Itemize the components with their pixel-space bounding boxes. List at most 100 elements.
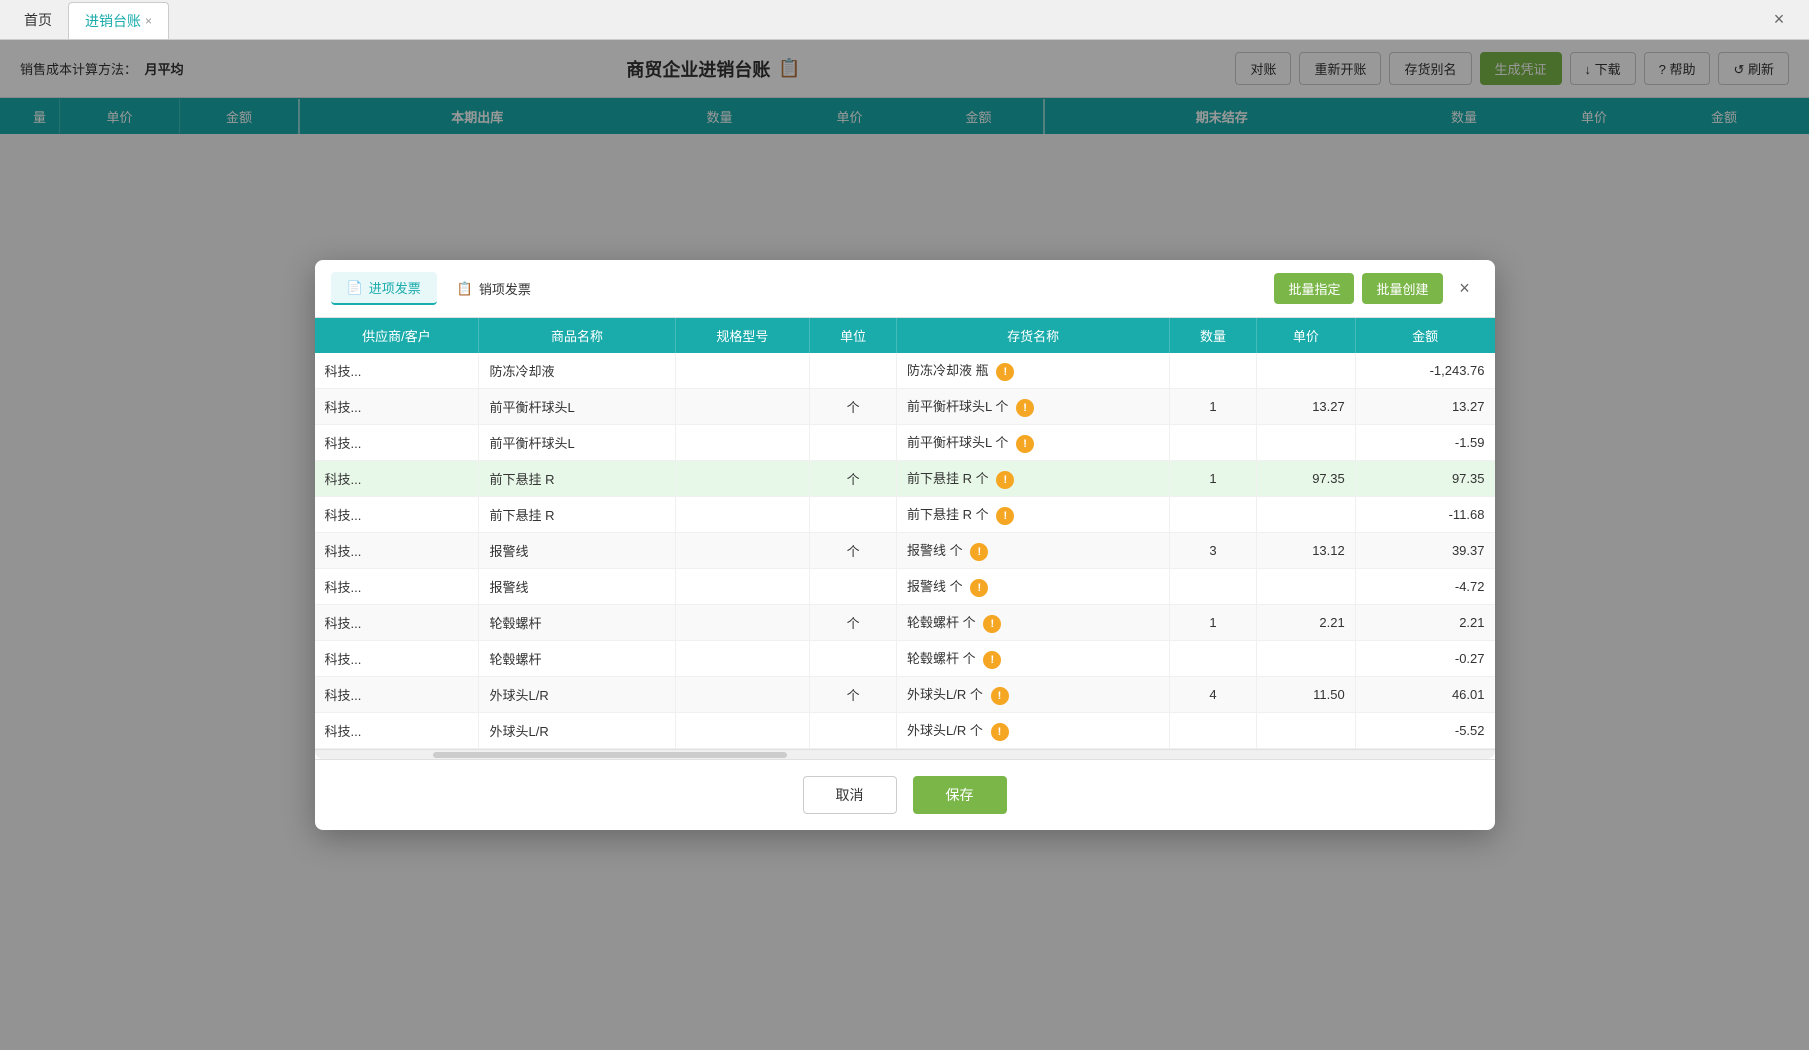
cell-unit xyxy=(810,497,897,533)
sales-tab-icon: 📋 xyxy=(457,281,473,297)
cell-price: 13.27 xyxy=(1256,389,1355,425)
table-row[interactable]: 科技... 防冻冷却液 防冻冷却液 瓶 ! -1,243.76 xyxy=(315,353,1495,389)
window-close-button[interactable]: × xyxy=(1765,6,1793,34)
scrollbar-thumb xyxy=(433,752,787,758)
cell-spec xyxy=(675,569,810,605)
cell-amount: -1.59 xyxy=(1355,425,1494,461)
table-header-row: 供应商/客户 商品名称 规格型号 单位 存货名称 数量 单价 金额 xyxy=(315,318,1495,353)
cell-unit xyxy=(810,425,897,461)
save-button[interactable]: 保存 xyxy=(913,776,1007,814)
cell-supplier: 科技... xyxy=(315,461,479,497)
cell-product: 前下悬挂 R xyxy=(479,461,675,497)
cell-price xyxy=(1256,353,1355,389)
cell-product: 外球头L/R xyxy=(479,713,675,749)
batch-assign-button[interactable]: 批量指定 xyxy=(1274,273,1354,304)
warning-icon: ! xyxy=(983,615,1001,633)
tab-ledger-close[interactable]: × xyxy=(145,14,152,28)
table-row[interactable]: 科技... 外球头L/R 个 外球头L/R 个 ! 4 11.50 46.01 xyxy=(315,677,1495,713)
cell-amount: -5.52 xyxy=(1355,713,1494,749)
table-row[interactable]: 科技... 前下悬挂 R 个 前下悬挂 R 个 ! 1 97.35 97.35 xyxy=(315,461,1495,497)
table-row[interactable]: 科技... 前下悬挂 R 前下悬挂 R 个 ! -11.68 xyxy=(315,497,1495,533)
cell-product: 防冻冷却液 xyxy=(479,353,675,389)
table-row[interactable]: 科技... 前平衡杆球头L 前平衡杆球头L 个 ! -1.59 xyxy=(315,425,1495,461)
cell-spec xyxy=(675,461,810,497)
cell-price xyxy=(1256,425,1355,461)
cell-spec xyxy=(675,497,810,533)
tab-sales-invoice[interactable]: 📋 销项发票 xyxy=(441,272,547,305)
cell-amount: 46.01 xyxy=(1355,677,1494,713)
cell-qty xyxy=(1170,353,1257,389)
cell-amount: -0.27 xyxy=(1355,641,1494,677)
cell-amount: -1,243.76 xyxy=(1355,353,1494,389)
cell-qty: 1 xyxy=(1170,605,1257,641)
cell-supplier: 科技... xyxy=(315,713,479,749)
dialog-footer: 取消 保存 xyxy=(315,759,1495,830)
table-scrollbar[interactable] xyxy=(315,749,1495,759)
th-product: 商品名称 xyxy=(479,318,675,353)
table-row[interactable]: 科技... 前平衡杆球头L 个 前平衡杆球头L 个 ! 1 13.27 13.2… xyxy=(315,389,1495,425)
cell-unit: 个 xyxy=(810,533,897,569)
cell-unit xyxy=(810,713,897,749)
tab-bar: 首页 进销台账 × × xyxy=(0,0,1809,40)
cell-supplier: 科技... xyxy=(315,353,479,389)
cell-product: 前平衡杆球头L xyxy=(479,389,675,425)
warning-icon: ! xyxy=(970,543,988,561)
batch-create-button[interactable]: 批量创建 xyxy=(1362,273,1442,304)
warning-icon: ! xyxy=(970,579,988,597)
purchase-tab-label: 进项发票 xyxy=(369,278,421,297)
th-qty: 数量 xyxy=(1170,318,1257,353)
cell-supplier: 科技... xyxy=(315,677,479,713)
warning-icon: ! xyxy=(996,507,1014,525)
cell-unit xyxy=(810,569,897,605)
invoice-table-wrapper[interactable]: 供应商/客户 商品名称 规格型号 单位 存货名称 数量 单价 金额 科技... … xyxy=(315,318,1495,749)
table-row[interactable]: 科技... 报警线 个 报警线 个 ! 3 13.12 39.37 xyxy=(315,533,1495,569)
cell-spec xyxy=(675,533,810,569)
tab-ledger-label: 进销台账 xyxy=(85,11,141,31)
warning-icon: ! xyxy=(991,687,1009,705)
cell-price xyxy=(1256,569,1355,605)
cell-qty xyxy=(1170,641,1257,677)
cell-unit xyxy=(810,641,897,677)
warning-icon: ! xyxy=(991,723,1009,741)
cell-price xyxy=(1256,641,1355,677)
cell-qty xyxy=(1170,713,1257,749)
cell-spec xyxy=(675,641,810,677)
cell-qty xyxy=(1170,497,1257,533)
cell-spec xyxy=(675,425,810,461)
invoice-dialog: 📄 进项发票 📋 销项发票 批量指定 批量创建 × xyxy=(315,260,1495,830)
cell-price xyxy=(1256,713,1355,749)
cell-supplier: 科技... xyxy=(315,533,479,569)
tab-ledger[interactable]: 进销台账 × xyxy=(68,2,169,39)
table-row[interactable]: 科技... 报警线 报警线 个 ! -4.72 xyxy=(315,569,1495,605)
cell-amount: 2.21 xyxy=(1355,605,1494,641)
cell-unit xyxy=(810,353,897,389)
dialog-header: 📄 进项发票 📋 销项发票 批量指定 批量创建 × xyxy=(315,260,1495,318)
table-row[interactable]: 科技... 轮毂螺杆 个 轮毂螺杆 个 ! 1 2.21 2.21 xyxy=(315,605,1495,641)
cell-amount: -11.68 xyxy=(1355,497,1494,533)
cell-amount: 13.27 xyxy=(1355,389,1494,425)
warning-icon: ! xyxy=(996,471,1014,489)
invoice-table: 供应商/客户 商品名称 规格型号 单位 存货名称 数量 单价 金额 科技... … xyxy=(315,318,1495,749)
cell-price: 2.21 xyxy=(1256,605,1355,641)
cell-inventory: 前平衡杆球头L 个 ! xyxy=(897,389,1170,425)
tab-home[interactable]: 首页 xyxy=(8,2,68,38)
dialog-close-button[interactable]: × xyxy=(1451,275,1479,303)
cell-price: 13.12 xyxy=(1256,533,1355,569)
tab-purchase-invoice[interactable]: 📄 进项发票 xyxy=(331,272,437,305)
cell-price: 11.50 xyxy=(1256,677,1355,713)
cell-inventory: 前平衡杆球头L 个 ! xyxy=(897,425,1170,461)
th-spec: 规格型号 xyxy=(675,318,810,353)
table-row[interactable]: 科技... 轮毂螺杆 轮毂螺杆 个 ! -0.27 xyxy=(315,641,1495,677)
cell-supplier: 科技... xyxy=(315,497,479,533)
cell-product: 轮毂螺杆 xyxy=(479,641,675,677)
cell-inventory: 防冻冷却液 瓶 ! xyxy=(897,353,1170,389)
dialog-tabs: 📄 进项发票 📋 销项发票 xyxy=(331,272,1267,305)
cell-product: 前平衡杆球头L xyxy=(479,425,675,461)
cancel-button[interactable]: 取消 xyxy=(803,776,897,814)
table-row[interactable]: 科技... 外球头L/R 外球头L/R 个 ! -5.52 xyxy=(315,713,1495,749)
cell-price xyxy=(1256,497,1355,533)
cell-supplier: 科技... xyxy=(315,569,479,605)
warning-icon: ! xyxy=(996,363,1014,381)
cell-spec xyxy=(675,713,810,749)
cell-inventory: 外球头L/R 个 ! xyxy=(897,713,1170,749)
